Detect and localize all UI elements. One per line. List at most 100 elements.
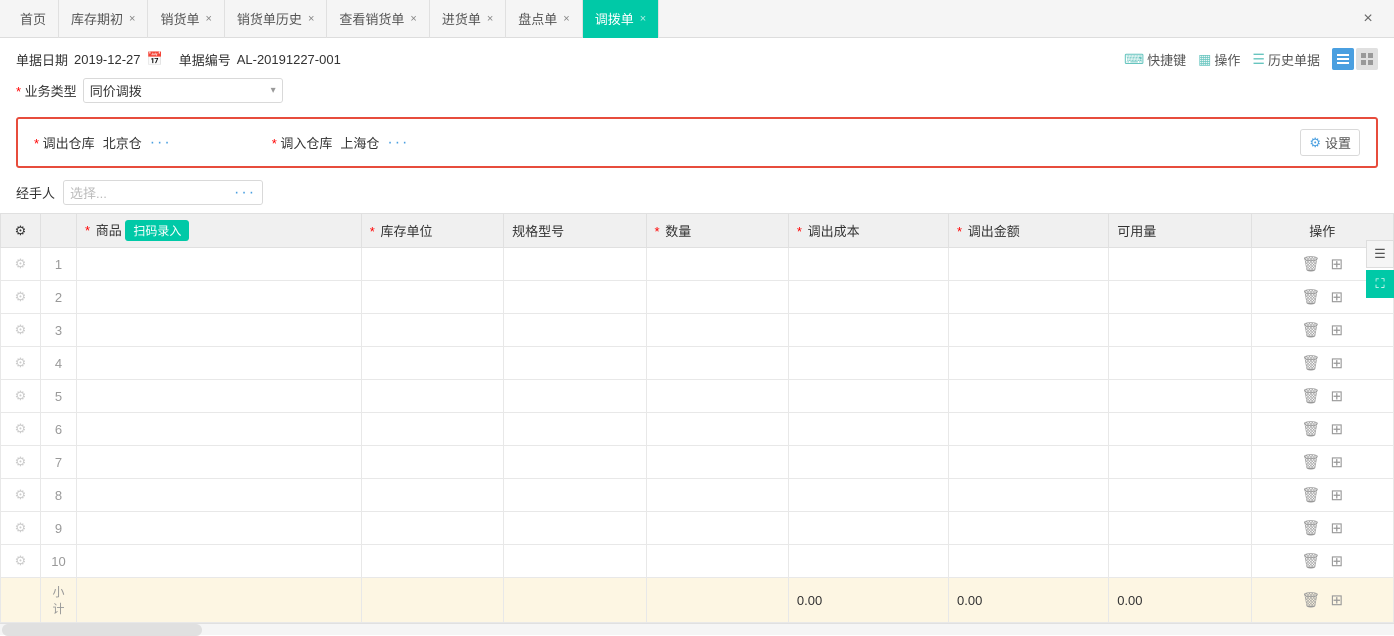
row-qty-cell[interactable] — [646, 281, 788, 314]
row-cost-cell[interactable] — [788, 380, 948, 413]
row-gear-cell[interactable]: ⚙ — [1, 281, 41, 314]
row-amount-cell[interactable] — [949, 248, 1109, 281]
row-cost-cell[interactable] — [788, 545, 948, 578]
row-gear-cell[interactable]: ⚙ — [1, 380, 41, 413]
row-gear-cell[interactable]: ⚙ — [1, 314, 41, 347]
row-qty-cell[interactable] — [646, 314, 788, 347]
window-close-button[interactable]: × — [1350, 0, 1386, 38]
row-unit-cell[interactable] — [361, 281, 503, 314]
row-unit-cell[interactable] — [361, 413, 503, 446]
row-cost-cell[interactable] — [788, 479, 948, 512]
row-goods-cell[interactable] — [77, 380, 362, 413]
row-goods-cell[interactable] — [77, 512, 362, 545]
row-cost-cell[interactable] — [788, 446, 948, 479]
row-copy-button[interactable]: ⊞ — [1329, 418, 1346, 440]
row-qty-cell[interactable] — [646, 479, 788, 512]
operation-button[interactable]: ▦ 操作 — [1198, 50, 1240, 69]
tab-purchase-close[interactable]: × — [487, 13, 493, 25]
row-delete-button[interactable]: 🗑 — [1299, 253, 1322, 275]
date-value[interactable]: 2019-12-27 — [74, 52, 141, 67]
row-cost-cell[interactable] — [788, 281, 948, 314]
row-goods-cell[interactable] — [77, 248, 362, 281]
tab-transfer[interactable]: 调拨单 × — [583, 0, 659, 38]
row-goods-cell[interactable] — [77, 281, 362, 314]
row-goods-cell[interactable] — [77, 479, 362, 512]
row-cost-cell[interactable] — [788, 413, 948, 446]
row-cost-cell[interactable] — [788, 248, 948, 281]
row-qty-cell[interactable] — [646, 512, 788, 545]
row-qty-cell[interactable] — [646, 248, 788, 281]
tab-home[interactable]: 首页 — [8, 0, 59, 38]
row-amount-cell[interactable] — [949, 281, 1109, 314]
row-spec-cell[interactable] — [504, 512, 646, 545]
tab-stocktake[interactable]: 盘点单 × — [506, 0, 582, 38]
tab-inventory-init[interactable]: 库存期初 × — [59, 0, 148, 38]
business-select[interactable]: 同价调拨 ▾ — [83, 78, 283, 103]
row-amount-cell[interactable] — [949, 446, 1109, 479]
row-amount-cell[interactable] — [949, 545, 1109, 578]
row-gear-cell[interactable]: ⚙ — [1, 479, 41, 512]
row-available-cell[interactable] — [1109, 347, 1251, 380]
history-button[interactable]: ☰ 历史单据 — [1252, 50, 1320, 69]
tab-sales-history[interactable]: 销货单历史 × — [225, 0, 327, 38]
handler-select[interactable]: 选择... ··· — [63, 180, 263, 205]
row-copy-button[interactable]: ⊞ — [1329, 352, 1346, 374]
shortcut-button[interactable]: ⌨ 快捷键 — [1124, 50, 1186, 69]
tab-transfer-close[interactable]: × — [640, 13, 646, 25]
row-qty-cell[interactable] — [646, 413, 788, 446]
row-unit-cell[interactable] — [361, 347, 503, 380]
row-delete-button[interactable]: 🗑 — [1299, 352, 1322, 374]
row-qty-cell[interactable] — [646, 446, 788, 479]
row-delete-button[interactable]: 🗑 — [1299, 286, 1322, 308]
row-delete-button[interactable]: 🗑 — [1299, 451, 1322, 473]
settings-button[interactable]: ⚙ 设置 — [1300, 129, 1360, 156]
warehouse-out-dots[interactable]: ··· — [150, 134, 172, 152]
row-cost-cell[interactable] — [788, 314, 948, 347]
row-copy-button[interactable]: ⊞ — [1329, 517, 1346, 539]
row-gear-cell[interactable]: ⚙ — [1, 512, 41, 545]
col-gear[interactable]: ⚙ — [1, 214, 41, 248]
row-goods-cell[interactable] — [77, 347, 362, 380]
row-unit-cell[interactable] — [361, 314, 503, 347]
row-spec-cell[interactable] — [504, 479, 646, 512]
row-spec-cell[interactable] — [504, 314, 646, 347]
row-spec-cell[interactable] — [504, 413, 646, 446]
row-copy-button[interactable]: ⊞ — [1329, 319, 1346, 341]
row-copy-button[interactable]: ⊞ — [1329, 550, 1346, 572]
row-available-cell[interactable] — [1109, 545, 1251, 578]
grid-view-icon[interactable] — [1356, 48, 1378, 70]
row-unit-cell[interactable] — [361, 512, 503, 545]
row-amount-cell[interactable] — [949, 479, 1109, 512]
side-list-button[interactable]: ☰ — [1366, 240, 1394, 268]
tab-sales[interactable]: 销货单 × — [148, 0, 224, 38]
row-available-cell[interactable] — [1109, 281, 1251, 314]
warehouse-out-value[interactable]: 北京仓 — [103, 133, 142, 152]
row-delete-button[interactable]: 🗑 — [1299, 418, 1322, 440]
calendar-icon[interactable]: 📅 — [147, 51, 163, 67]
row-amount-cell[interactable] — [949, 347, 1109, 380]
side-expand-button[interactable]: ⛶ — [1366, 270, 1394, 298]
tab-view-sales-close[interactable]: × — [410, 13, 416, 25]
row-delete-button[interactable]: 🗑 — [1299, 319, 1322, 341]
tab-inventory-init-close[interactable]: × — [129, 13, 135, 25]
view-toggle[interactable] — [1332, 48, 1378, 70]
row-cost-cell[interactable] — [788, 512, 948, 545]
warehouse-in-value[interactable]: 上海仓 — [340, 133, 379, 152]
row-goods-cell[interactable] — [77, 314, 362, 347]
row-qty-cell[interactable] — [646, 545, 788, 578]
row-unit-cell[interactable] — [361, 380, 503, 413]
row-amount-cell[interactable] — [949, 380, 1109, 413]
row-available-cell[interactable] — [1109, 446, 1251, 479]
row-available-cell[interactable] — [1109, 479, 1251, 512]
tab-sales-history-close[interactable]: × — [308, 13, 314, 25]
row-goods-cell[interactable] — [77, 545, 362, 578]
row-copy-button[interactable]: ⊞ — [1329, 385, 1346, 407]
row-unit-cell[interactable] — [361, 545, 503, 578]
row-unit-cell[interactable] — [361, 446, 503, 479]
subtotal-delete-button[interactable]: 🗑 — [1299, 589, 1322, 611]
row-copy-button[interactable]: ⊞ — [1329, 286, 1346, 308]
tab-view-sales[interactable]: 查看销货单 × — [327, 0, 429, 38]
warehouse-in-dots[interactable]: ··· — [387, 134, 409, 152]
row-available-cell[interactable] — [1109, 512, 1251, 545]
row-delete-button[interactable]: 🗑 — [1299, 484, 1322, 506]
